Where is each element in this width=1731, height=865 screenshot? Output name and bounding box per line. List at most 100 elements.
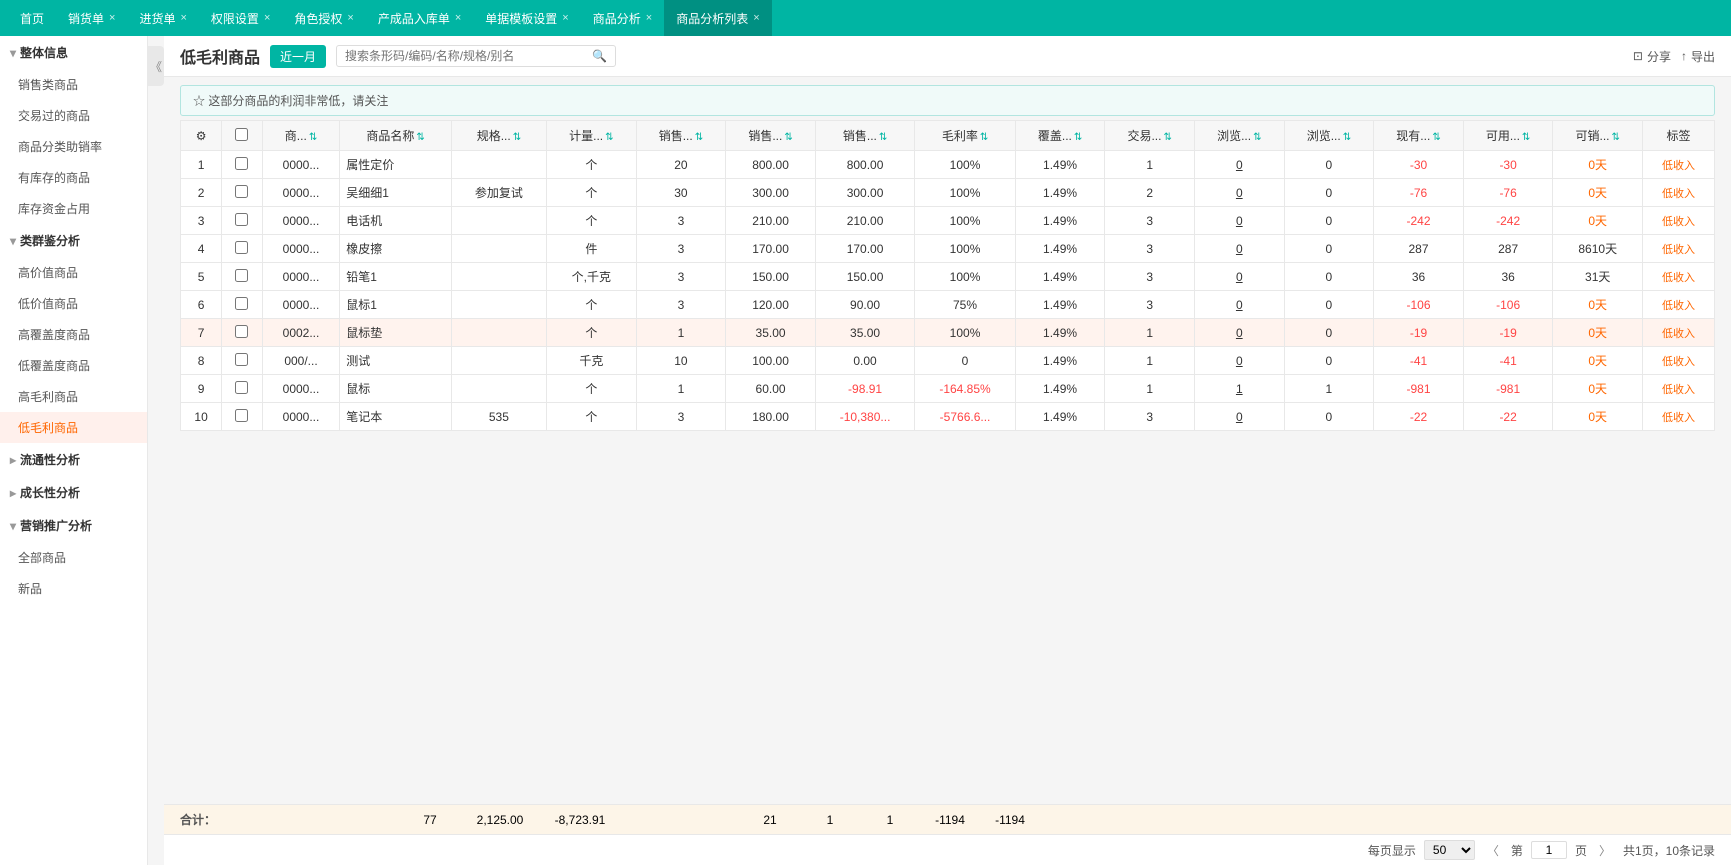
export-button[interactable]: ↑ 导出: [1681, 48, 1715, 65]
row-no: 4: [181, 235, 222, 263]
per-page-select[interactable]: 50 20 100: [1424, 840, 1475, 860]
chevron-right-icon: ▸: [10, 486, 16, 500]
sidebar-group-marketing[interactable]: ▾ 营销推广分析: [0, 509, 147, 542]
nav-template-settings[interactable]: 单据模板设置 ×: [473, 0, 580, 36]
row-select-checkbox[interactable]: [235, 297, 248, 310]
col-gross-rate[interactable]: 毛利率⇅: [915, 121, 1015, 151]
sidebar-collapse-button[interactable]: 《: [148, 46, 164, 86]
row-view1[interactable]: 1: [1194, 375, 1284, 403]
row-spec: [451, 291, 546, 319]
close-icon[interactable]: ×: [347, 12, 353, 24]
nav-product-analysis[interactable]: 商品分析 ×: [581, 0, 664, 36]
row-select-checkbox[interactable]: [235, 381, 248, 394]
sidebar-group-cluster[interactable]: ▾ 类群鉴分析: [0, 224, 147, 257]
row-view1[interactable]: 0: [1194, 263, 1284, 291]
close-icon[interactable]: ×: [109, 12, 115, 24]
sidebar-item-inventory-goods[interactable]: 有库存的商品: [0, 162, 147, 193]
nav-permissions[interactable]: 权限设置 ×: [199, 0, 282, 36]
row-view1[interactable]: 0: [1194, 319, 1284, 347]
row-select-checkbox[interactable]: [235, 409, 248, 422]
row-select-checkbox[interactable]: [235, 213, 248, 226]
next-page-button[interactable]: 〉: [1595, 842, 1615, 859]
row-view1[interactable]: 0: [1194, 403, 1284, 431]
row-gross-rate: 100%: [915, 235, 1015, 263]
sidebar-group-circulation[interactable]: ▸ 流通性分析: [0, 443, 147, 476]
select-all-checkbox[interactable]: [235, 128, 248, 141]
col-coverage[interactable]: 覆盖...⇅: [1015, 121, 1105, 151]
sidebar-item-sales-goods[interactable]: 销售类商品: [0, 69, 147, 100]
close-icon[interactable]: ×: [180, 12, 186, 24]
close-icon[interactable]: ×: [753, 12, 759, 24]
col-view2[interactable]: 浏览...⇅: [1284, 121, 1374, 151]
row-select-checkbox[interactable]: [235, 241, 248, 254]
page-input[interactable]: [1531, 841, 1567, 859]
prev-page-button[interactable]: 〈: [1483, 842, 1503, 859]
row-select-checkbox[interactable]: [235, 269, 248, 282]
sidebar-item-low-margin[interactable]: 低毛利商品: [0, 412, 147, 443]
filter-recent-month-button[interactable]: 近一月: [270, 45, 326, 68]
close-icon[interactable]: ×: [264, 12, 270, 24]
row-view1[interactable]: 0: [1194, 151, 1284, 179]
nav-home[interactable]: 首页: [8, 0, 56, 36]
row-select-checkbox[interactable]: [235, 353, 248, 366]
nav-product-in[interactable]: 产成品入库单 ×: [366, 0, 473, 36]
share-button[interactable]: ⊡ 分享: [1633, 48, 1671, 65]
col-sale-qty[interactable]: 销售...⇅: [636, 121, 726, 151]
sidebar-item-traded-goods[interactable]: 交易过的商品: [0, 100, 147, 131]
sidebar-group-overall[interactable]: ▾ 整体信息: [0, 36, 147, 69]
row-checkbox[interactable]: [222, 179, 263, 207]
row-checkbox[interactable]: [222, 375, 263, 403]
row-select-checkbox[interactable]: [235, 185, 248, 198]
row-checkbox[interactable]: [222, 207, 263, 235]
row-view1[interactable]: 0: [1194, 291, 1284, 319]
col-current[interactable]: 现有...⇅: [1374, 121, 1464, 151]
sidebar-item-category-rate[interactable]: 商品分类助销率: [0, 131, 147, 162]
col-sale-price[interactable]: 销售...⇅: [726, 121, 816, 151]
row-view1[interactable]: 0: [1194, 347, 1284, 375]
col-spec[interactable]: 规格...⇅: [451, 121, 546, 151]
row-view1[interactable]: 0: [1194, 179, 1284, 207]
row-view1[interactable]: 0: [1194, 207, 1284, 235]
nav-sales-order[interactable]: 销货单 ×: [56, 0, 127, 36]
row-checkbox[interactable]: [222, 151, 263, 179]
nav-role-auth[interactable]: 角色授权 ×: [282, 0, 365, 36]
search-icon[interactable]: 🔍: [592, 49, 607, 63]
sidebar-item-all-goods[interactable]: 全部商品: [0, 542, 147, 573]
close-icon[interactable]: ×: [455, 12, 461, 24]
search-input[interactable]: [345, 49, 592, 63]
col-checkbox[interactable]: [222, 121, 263, 151]
row-checkbox[interactable]: [222, 291, 263, 319]
sidebar-item-high-margin[interactable]: 高毛利商品: [0, 381, 147, 412]
row-checkbox[interactable]: [222, 403, 263, 431]
row-coverage: 1.49%: [1015, 319, 1105, 347]
col-name[interactable]: 商品名称⇅: [340, 121, 451, 151]
row-checkbox[interactable]: [222, 235, 263, 263]
nav-purchase-order[interactable]: 进货单 ×: [127, 0, 198, 36]
col-code[interactable]: 商...⇅: [262, 121, 340, 151]
col-sale-amount[interactable]: 销售...⇅: [815, 121, 914, 151]
row-checkbox[interactable]: [222, 347, 263, 375]
col-saleable[interactable]: 可销...⇅: [1553, 121, 1643, 151]
col-tag[interactable]: 标签: [1643, 121, 1715, 151]
row-view1[interactable]: 0: [1194, 235, 1284, 263]
col-trade[interactable]: 交易...⇅: [1105, 121, 1195, 151]
sidebar-item-high-coverage[interactable]: 高覆盖度商品: [0, 319, 147, 350]
row-spec: [451, 207, 546, 235]
sidebar-group-growth[interactable]: ▸ 成长性分析: [0, 476, 147, 509]
close-icon[interactable]: ×: [646, 12, 652, 24]
sidebar-item-low-value[interactable]: 低价值商品: [0, 288, 147, 319]
row-checkbox[interactable]: [222, 263, 263, 291]
sidebar-item-new-goods[interactable]: 新品: [0, 573, 147, 604]
col-view1[interactable]: 浏览...⇅: [1194, 121, 1284, 151]
row-select-checkbox[interactable]: [235, 325, 248, 338]
nav-product-analysis-list[interactable]: 商品分析列表 ×: [664, 0, 771, 36]
sidebar-item-low-coverage[interactable]: 低覆盖度商品: [0, 350, 147, 381]
close-icon[interactable]: ×: [562, 12, 568, 24]
row-checkbox[interactable]: [222, 319, 263, 347]
sidebar-item-inventory-capital[interactable]: 库存资金占用: [0, 193, 147, 224]
sidebar-item-high-value[interactable]: 高价值商品: [0, 257, 147, 288]
col-available[interactable]: 可用...⇅: [1463, 121, 1553, 151]
row-select-checkbox[interactable]: [235, 157, 248, 170]
col-unit[interactable]: 计量...⇅: [547, 121, 637, 151]
col-settings[interactable]: ⚙: [181, 121, 222, 151]
